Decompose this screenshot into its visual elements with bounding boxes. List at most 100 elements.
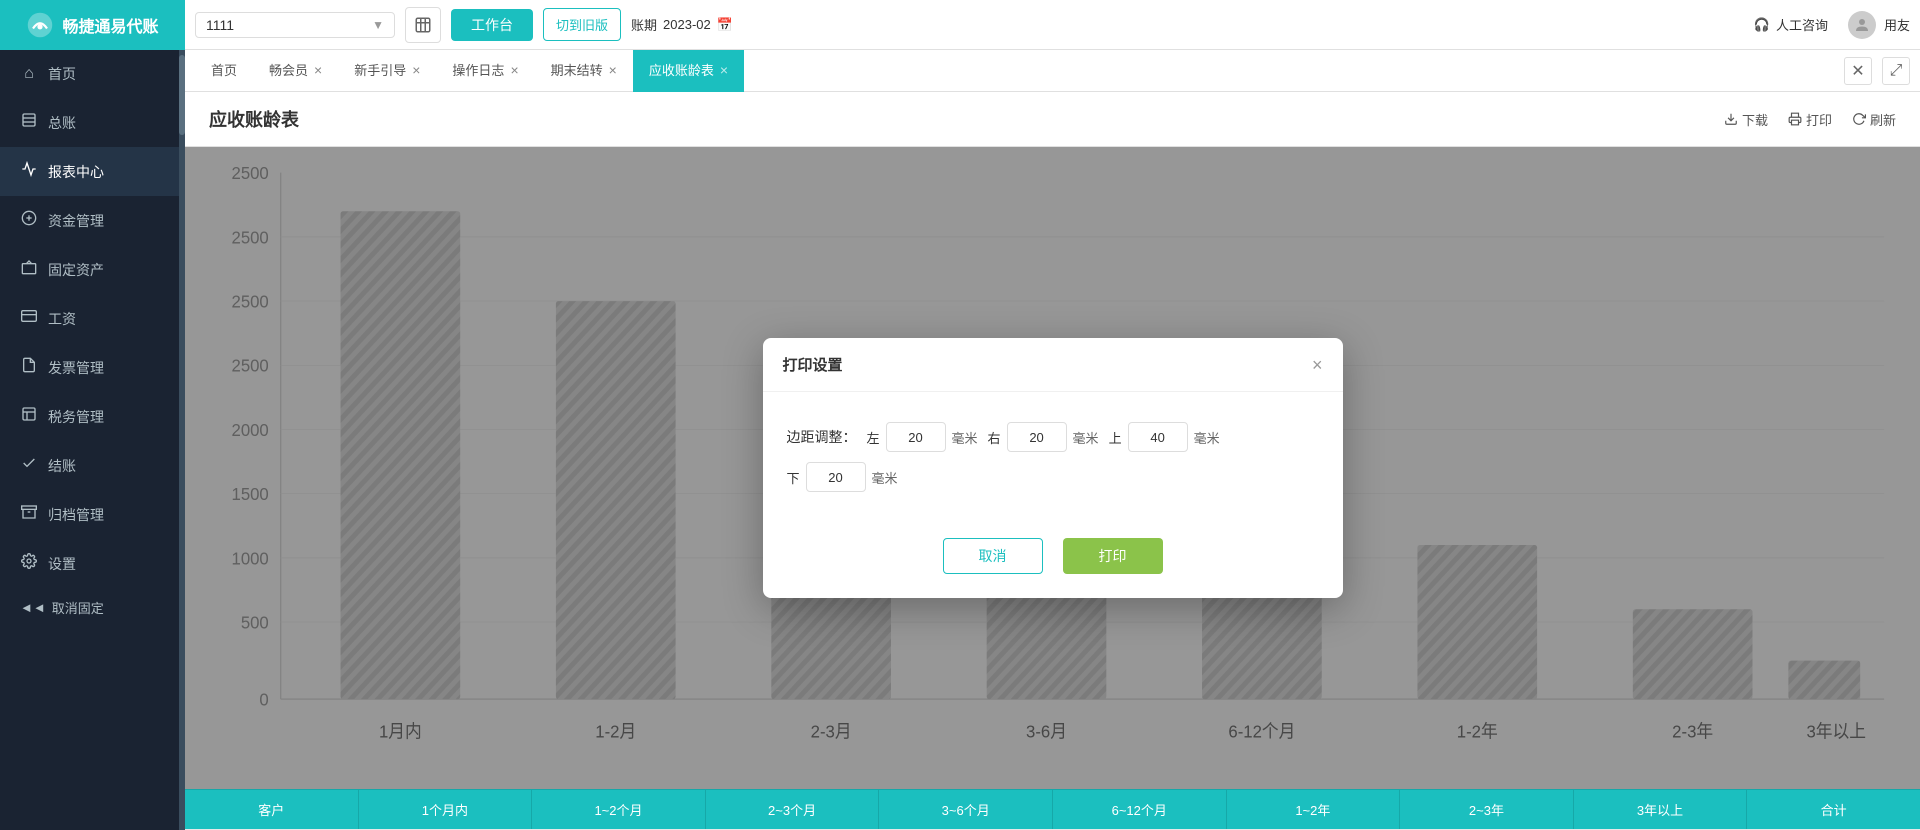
sidebar-item-checkout[interactable]: 结账 [0, 441, 185, 490]
invoice-icon [20, 357, 38, 378]
refresh-label: 刷新 [1870, 110, 1896, 129]
col-6months: 3~6个月 [879, 790, 1053, 829]
sidebar-item-archive[interactable]: 归档管理 [0, 490, 185, 539]
company-name: 1111 [206, 17, 364, 33]
bottom-unit: 毫米 [872, 468, 898, 487]
print-icon [1788, 112, 1802, 126]
sidebar-item-label: 首页 [48, 64, 76, 84]
modal-header: 打印设置 × [763, 338, 1343, 392]
refresh-icon [1852, 112, 1866, 126]
tab-ar-aging-close[interactable]: × [720, 62, 728, 78]
modal-overlay: 打印设置 × 边距调整： 左 毫米 [185, 147, 1920, 789]
print-button[interactable]: 打印 [1788, 110, 1832, 129]
sidebar-item-ledger[interactable]: 总账 [0, 98, 185, 147]
modal-cancel-button[interactable]: 取消 [943, 538, 1043, 574]
right-unit: 毫米 [1073, 428, 1099, 447]
tab-log[interactable]: 操作日志 × [436, 50, 534, 92]
main-layout: ⌂ 首页 总账 报表中心 [0, 50, 1920, 830]
page-content: 应收账龄表 下载 [185, 92, 1920, 830]
col-2months: 1~2个月 [532, 790, 706, 829]
modal-print-button[interactable]: 打印 [1063, 538, 1163, 574]
tab-member-close[interactable]: × [314, 62, 322, 78]
tab-guide[interactable]: 新手引导 × [338, 50, 436, 92]
switch-version-button[interactable]: 切到旧版 [543, 8, 621, 41]
sidebar: ⌂ 首页 总账 报表中心 [0, 50, 185, 830]
pin-icon: ◄◄ [20, 600, 46, 615]
modal-title: 打印设置 [783, 354, 843, 375]
sidebar-item-funds[interactable]: 资金管理 [0, 196, 185, 245]
modal-close-button[interactable]: × [1312, 356, 1323, 374]
tab-home-label: 首页 [211, 60, 237, 79]
tab-period-end-close[interactable]: × [609, 62, 617, 78]
checkout-icon [20, 455, 38, 476]
sidebar-item-assets[interactable]: 固定资产 [0, 245, 185, 294]
col-customer: 客户 [185, 790, 359, 829]
sidebar-item-label: 资金管理 [48, 211, 104, 231]
bottom-margin-input[interactable] [806, 462, 866, 492]
workbench-button[interactable]: 工作台 [451, 9, 533, 41]
tab-log-close[interactable]: × [510, 62, 518, 78]
user-area[interactable]: 用友 [1848, 11, 1910, 39]
tab-ar-aging-label: 应收账龄表 [649, 60, 714, 79]
left-unit: 毫米 [952, 428, 978, 447]
sidebar-item-label: 报表中心 [48, 162, 104, 182]
bottom-label: 下 [787, 468, 800, 487]
page-title: 应收账龄表 [209, 106, 299, 132]
sidebar-item-home[interactable]: ⌂ 首页 [0, 50, 185, 98]
print-label: 打印 [1806, 110, 1832, 129]
top-header: 畅捷通易代账 1111 ▼ 工作台 切到旧版 账期 2023-02 📅 🎧 人工… [0, 0, 1920, 50]
modal-footer: 取消 打印 [763, 522, 1343, 598]
sidebar-item-invoice[interactable]: 发票管理 [0, 343, 185, 392]
col-2years: 1~2年 [1227, 790, 1401, 829]
download-button[interactable]: 下载 [1724, 110, 1768, 129]
col-3years: 2~3年 [1400, 790, 1574, 829]
sidebar-item-label: 结账 [48, 456, 76, 476]
settings-icon [20, 553, 38, 574]
right-label: 右 [988, 428, 1001, 447]
consulting-button[interactable]: 🎧 人工咨询 [1754, 15, 1828, 34]
cancel-fixed-button[interactable]: ◄◄ 取消固定 [0, 588, 185, 627]
left-margin-input[interactable] [886, 422, 946, 452]
calendar-icon[interactable]: 📅 [717, 17, 733, 33]
refresh-button[interactable]: 刷新 [1852, 110, 1896, 129]
chevron-down-icon: ▼ [372, 18, 384, 32]
tab-guide-close[interactable]: × [412, 62, 420, 78]
tab-period-end[interactable]: 期末结转 × [535, 50, 633, 92]
top-margin-input[interactable] [1128, 422, 1188, 452]
sidebar-item-settings[interactable]: 设置 [0, 539, 185, 588]
chart-wrapper: 2500 2500 2500 2500 2000 1500 1000 500 0 [185, 147, 1920, 789]
company-settings-icon[interactable] [405, 7, 441, 43]
tab-member[interactable]: 畅会员 × [253, 50, 338, 92]
col-total: 合计 [1747, 790, 1920, 829]
print-settings-modal: 打印设置 × 边距调整： 左 毫米 [763, 338, 1343, 598]
period-value: 2023-02 [663, 17, 711, 32]
left-label: 左 [867, 428, 880, 447]
tab-fullscreen-button[interactable]: ⤢ [1882, 57, 1910, 85]
tab-period-end-label: 期末结转 [551, 60, 603, 79]
app-name: 畅捷通易代账 [62, 13, 158, 37]
tax-icon [20, 406, 38, 427]
tab-home[interactable]: 首页 [195, 50, 253, 92]
tab-log-label: 操作日志 [452, 60, 504, 79]
assets-icon [20, 259, 38, 280]
sidebar-item-payroll[interactable]: 工资 [0, 294, 185, 343]
company-selector[interactable]: 1111 ▼ [195, 12, 395, 38]
col-1month: 1个月内 [359, 790, 533, 829]
sidebar-item-reports[interactable]: 报表中心 [0, 147, 185, 196]
archive-icon [20, 504, 38, 525]
sidebar-item-label: 设置 [48, 554, 76, 574]
right-margin-input[interactable] [1007, 422, 1067, 452]
tabs-controls: ✕ ⤢ [1844, 57, 1910, 85]
tab-close-all-button[interactable]: ✕ [1844, 57, 1872, 85]
margin-right-group: 右 毫米 [988, 422, 1099, 452]
tab-member-label: 畅会员 [269, 60, 308, 79]
margin-row: 边距调整： 左 毫米 右 毫米 [787, 422, 1319, 492]
sidebar-item-tax[interactable]: 税务管理 [0, 392, 185, 441]
home-icon: ⌂ [20, 65, 38, 83]
margin-bottom-group: 下 毫米 [787, 462, 898, 492]
modal-body: 边距调整： 左 毫米 右 毫米 [763, 392, 1343, 522]
sidebar-item-label: 总账 [48, 113, 76, 133]
tabs-bar: 首页 畅会员 × 新手引导 × 操作日志 × 期末结转 × 应收账龄表 × [185, 50, 1920, 92]
cancel-fixed-label: 取消固定 [52, 598, 104, 617]
tab-ar-aging[interactable]: 应收账龄表 × [633, 50, 744, 92]
